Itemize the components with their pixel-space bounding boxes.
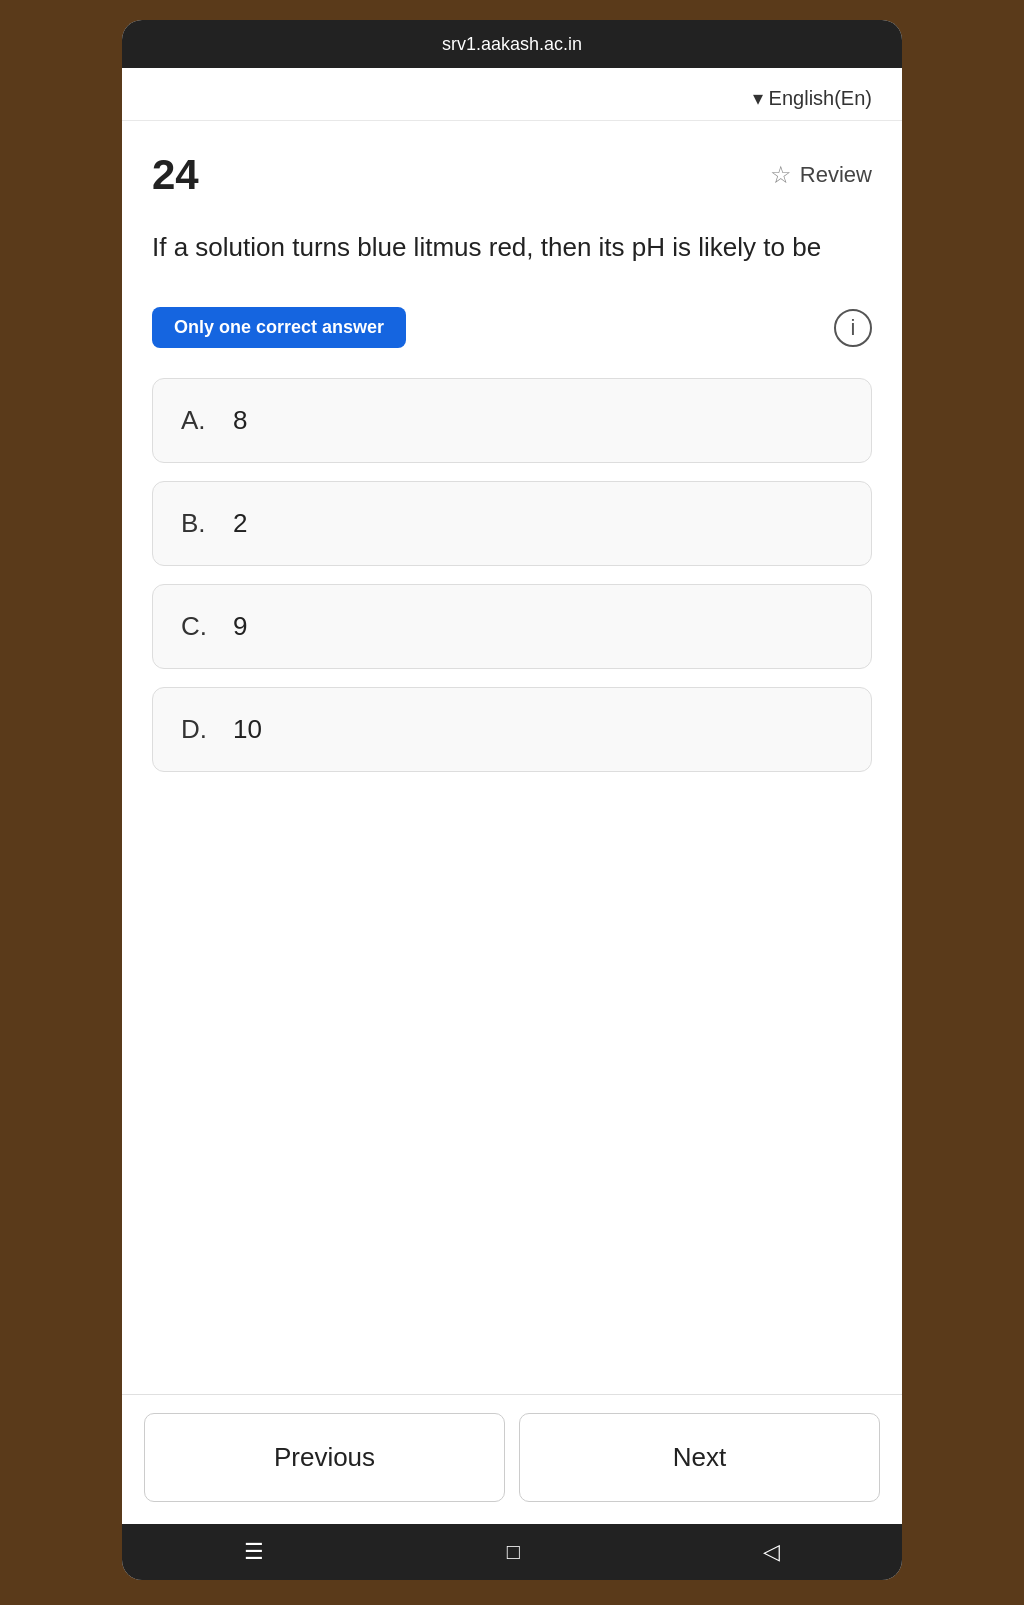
question-text: If a solution turns blue litmus red, the…	[152, 227, 872, 267]
next-button[interactable]: Next	[519, 1413, 880, 1502]
option-a-label: A.	[181, 405, 213, 436]
navigation-bar: Previous Next	[122, 1394, 902, 1524]
option-d-label: D.	[181, 714, 213, 745]
language-label: English(En)	[769, 87, 872, 110]
info-icon[interactable]: i	[834, 309, 872, 347]
info-icon-label: i	[851, 315, 856, 341]
phone-frame: srv1.aakash.ac.in ▾ English(En) 24 ☆ Rev…	[122, 20, 902, 1580]
menu-icon[interactable]: ☰	[244, 1539, 264, 1565]
option-a[interactable]: A. 8	[152, 378, 872, 463]
option-c[interactable]: C. 9	[152, 584, 872, 669]
question-header: 24 ☆ Review	[152, 151, 872, 199]
option-a-value: 8	[233, 405, 247, 436]
question-container: 24 ☆ Review If a solution turns blue lit…	[122, 121, 902, 1394]
star-icon: ☆	[770, 161, 792, 189]
status-bar: srv1.aakash.ac.in	[122, 20, 902, 68]
answer-type-badge: Only one correct answer	[152, 307, 406, 348]
option-c-label: C.	[181, 611, 213, 642]
option-b-value: 2	[233, 508, 247, 539]
content-area: ▾ English(En) 24 ☆ Review If a solution …	[122, 68, 902, 1524]
option-d-value: 10	[233, 714, 262, 745]
bottom-nav: ☰ □ ◁	[122, 1524, 902, 1580]
language-selector[interactable]: ▾ English(En)	[753, 86, 872, 110]
option-c-value: 9	[233, 611, 247, 642]
back-icon[interactable]: ◁	[763, 1539, 780, 1565]
previous-button[interactable]: Previous	[144, 1413, 505, 1502]
option-b-label: B.	[181, 508, 213, 539]
answer-type-bar: Only one correct answer i	[152, 307, 872, 348]
status-url: srv1.aakash.ac.in	[442, 34, 582, 55]
home-icon[interactable]: □	[507, 1539, 520, 1565]
review-button[interactable]: ☆ Review	[770, 161, 872, 189]
option-b[interactable]: B. 2	[152, 481, 872, 566]
options-list: A. 8 B. 2 C. 9 D. 10	[152, 378, 872, 772]
language-bar: ▾ English(En)	[122, 68, 902, 121]
chevron-down-icon: ▾	[753, 86, 763, 110]
option-d[interactable]: D. 10	[152, 687, 872, 772]
review-label: Review	[800, 162, 872, 188]
question-number: 24	[152, 151, 199, 199]
